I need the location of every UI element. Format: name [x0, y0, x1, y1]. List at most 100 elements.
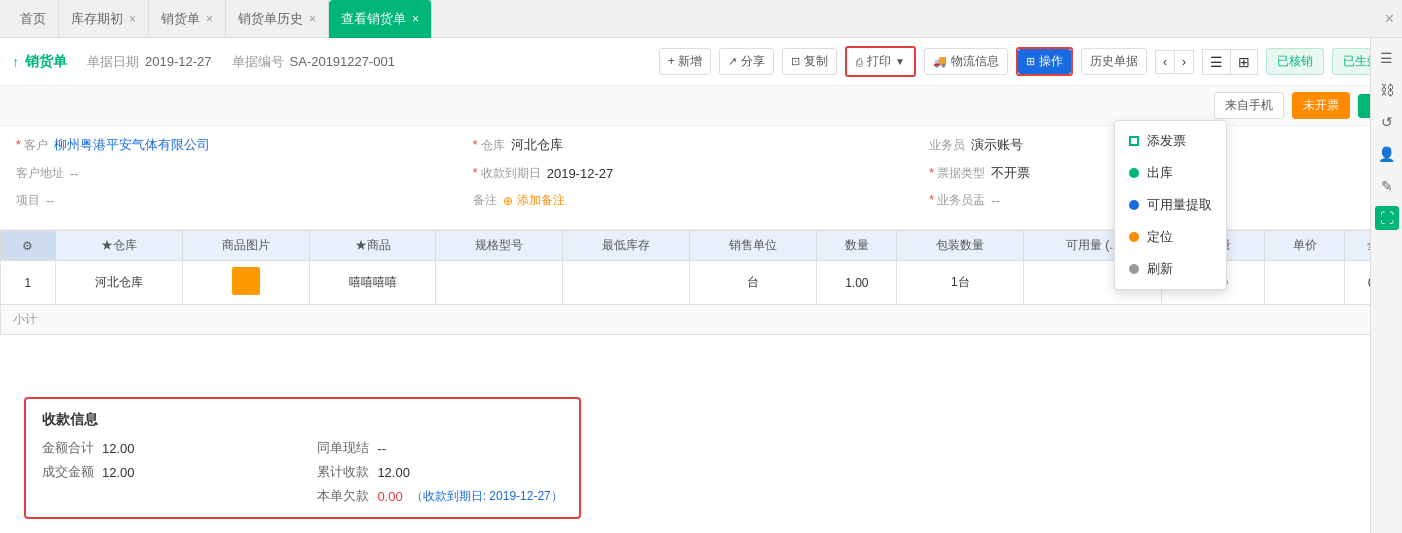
refresh-label: 刷新: [1147, 260, 1173, 278]
new-button[interactable]: + 新增: [659, 48, 711, 75]
col-pack-qty: 包装数量: [897, 231, 1024, 261]
locate-icon: [1129, 232, 1139, 242]
same-order-value: --: [377, 441, 386, 456]
history-button[interactable]: 历史单据: [1081, 48, 1147, 75]
project-label: 项目: [16, 192, 40, 209]
col-min-stock: 最低库存: [563, 231, 690, 261]
cumulative-payment-value: 12.00: [377, 465, 410, 480]
print-button[interactable]: ⎙ 打印 ▼: [848, 49, 913, 74]
tab-view-sales[interactable]: 查看销货单 ×: [329, 0, 432, 38]
copy-button-label: 复制: [804, 53, 828, 70]
customer-value[interactable]: 柳州粤港平安气体有限公司: [54, 136, 210, 154]
locate-item[interactable]: 定位: [1115, 221, 1226, 253]
print-button-area: ⎙ 打印 ▼: [845, 46, 916, 77]
tab-sales-history-close[interactable]: ×: [309, 12, 316, 26]
product-image: [232, 267, 260, 295]
col-gear[interactable]: ⚙: [1, 231, 56, 261]
refresh-item[interactable]: 刷新: [1115, 253, 1226, 285]
tab-sales-order-close[interactable]: ×: [206, 12, 213, 26]
ticket-type-value: 不开票: [991, 164, 1030, 182]
doc-title: ↑ 销货单: [12, 53, 67, 71]
print-button-label: 打印: [867, 53, 891, 70]
list-view-button[interactable]: ☰: [1202, 49, 1231, 75]
add-invoice-icon: [1129, 136, 1139, 146]
copy-button[interactable]: ⊡ 复制: [782, 48, 837, 75]
row-quantity: 1.00: [817, 261, 897, 305]
tab-view-sales-label: 查看销货单: [341, 10, 406, 28]
payment-title: 收款信息: [42, 411, 563, 429]
tab-home-label: 首页: [20, 10, 46, 28]
operations-button-label: 操作: [1039, 53, 1063, 70]
refresh-icon: [1129, 264, 1139, 274]
add-note-button[interactable]: ⊕ 添加备注: [503, 192, 565, 209]
subtotal-label: 小计: [1, 305, 1402, 335]
sold-badge: 已核销: [1266, 48, 1324, 75]
operations-button[interactable]: ⊞ 操作: [1018, 49, 1071, 74]
balance-label: 本单欠款: [317, 487, 369, 505]
due-date-field: 收款到期日 2019-12-27: [473, 165, 930, 182]
next-button[interactable]: ›: [1175, 50, 1194, 74]
toolbar: + 新增 ↗ 分享 ⊡ 复制 ⎙ 打印 ▼: [659, 46, 1390, 77]
row-warehouse: 河北仓库: [55, 261, 182, 305]
right-icon-4[interactable]: 👤: [1375, 142, 1399, 166]
sales-staff-label: 业务员盂: [929, 192, 985, 209]
sales-staff-value: --: [991, 193, 1000, 208]
right-icon-2[interactable]: ⛓: [1375, 78, 1399, 102]
tab-view-sales-close[interactable]: ×: [412, 12, 419, 26]
payment-section: 收款信息 金额合计 12.00 同单现结 -- 成交金额 12.00: [0, 383, 1402, 533]
payment-box: 收款信息 金额合计 12.00 同单现结 -- 成交金额 12.00: [24, 397, 581, 519]
tab-sales-order-label: 销货单: [161, 10, 200, 28]
out-warehouse-label: 出库: [1147, 164, 1173, 182]
right-icon-5[interactable]: ✎: [1375, 174, 1399, 198]
total-amount-label: 金额合计: [42, 439, 94, 457]
from-phone-button[interactable]: 来自手机: [1214, 92, 1284, 119]
prev-button[interactable]: ‹: [1155, 50, 1175, 74]
doc-type-icon: ↑: [12, 54, 19, 70]
col-sales-unit: 销售单位: [690, 231, 817, 261]
out-warehouse-icon: [1129, 168, 1139, 178]
row-spec: [436, 261, 563, 305]
row-unit-price: [1265, 261, 1345, 305]
logistics-button[interactable]: 🚚 物流信息: [924, 48, 1008, 75]
out-warehouse-item[interactable]: 出库: [1115, 157, 1226, 189]
add-invoice-label: 添发票: [1147, 132, 1186, 150]
view-toggle: ☰ ⊞: [1202, 49, 1258, 75]
tab-inventory-init-close[interactable]: ×: [129, 12, 136, 26]
row-sales-unit: 台: [690, 261, 817, 305]
doc-number-value: SA-20191227-001: [290, 54, 396, 69]
row-product: 嘻嘻嘻嘻: [309, 261, 436, 305]
grid-view-button[interactable]: ⊞: [1231, 49, 1258, 75]
staff-label: 业务员: [929, 137, 965, 154]
not-opened-button[interactable]: 未开票: [1292, 92, 1350, 119]
available-qty-item[interactable]: 可用量提取: [1115, 189, 1226, 221]
due-date-label: 收款到期日: [473, 165, 541, 182]
same-order-row: 同单现结 --: [317, 439, 562, 457]
share-button[interactable]: ↗ 分享: [719, 48, 774, 75]
deal-amount-value: 12.00: [102, 465, 135, 480]
right-panel: ☰ ⛓ ↺ 👤 ✎ ⛶: [1370, 38, 1402, 533]
tab-sales-order[interactable]: 销货单 ×: [149, 0, 226, 38]
locate-label: 定位: [1147, 228, 1173, 246]
project-field: 项目 --: [16, 192, 473, 209]
doc-meta: 单据日期 2019-12-27 单据编号 SA-20191227-001: [87, 53, 395, 71]
share-button-label: 分享: [741, 53, 765, 70]
doc-number-label: 单据编号: [232, 53, 284, 71]
address-value: --: [70, 166, 79, 181]
doc-date-label: 单据日期: [87, 53, 139, 71]
tab-sales-history[interactable]: 销货单历史 ×: [226, 0, 329, 38]
add-note-label: 添加备注: [517, 192, 565, 209]
add-invoice-item[interactable]: 添发票: [1115, 125, 1226, 157]
warehouse-label: 仓库: [473, 137, 505, 154]
right-icon-1[interactable]: ☰: [1375, 46, 1399, 70]
right-icon-expand[interactable]: ⛶: [1375, 206, 1399, 230]
window-close-button[interactable]: ×: [1385, 10, 1394, 28]
col-warehouse: ★仓库: [55, 231, 182, 261]
col-spec: 规格型号: [436, 231, 563, 261]
not-opened-label: 未开票: [1303, 97, 1339, 114]
tab-inventory-init[interactable]: 库存期初 ×: [59, 0, 149, 38]
deal-amount-label: 成交金额: [42, 463, 94, 481]
available-qty-label: 可用量提取: [1147, 196, 1212, 214]
balance-row: 本单欠款 0.00 （收款到期日: 2019-12-27）: [317, 487, 562, 505]
tab-home[interactable]: 首页: [8, 0, 59, 38]
right-icon-3[interactable]: ↺: [1375, 110, 1399, 134]
